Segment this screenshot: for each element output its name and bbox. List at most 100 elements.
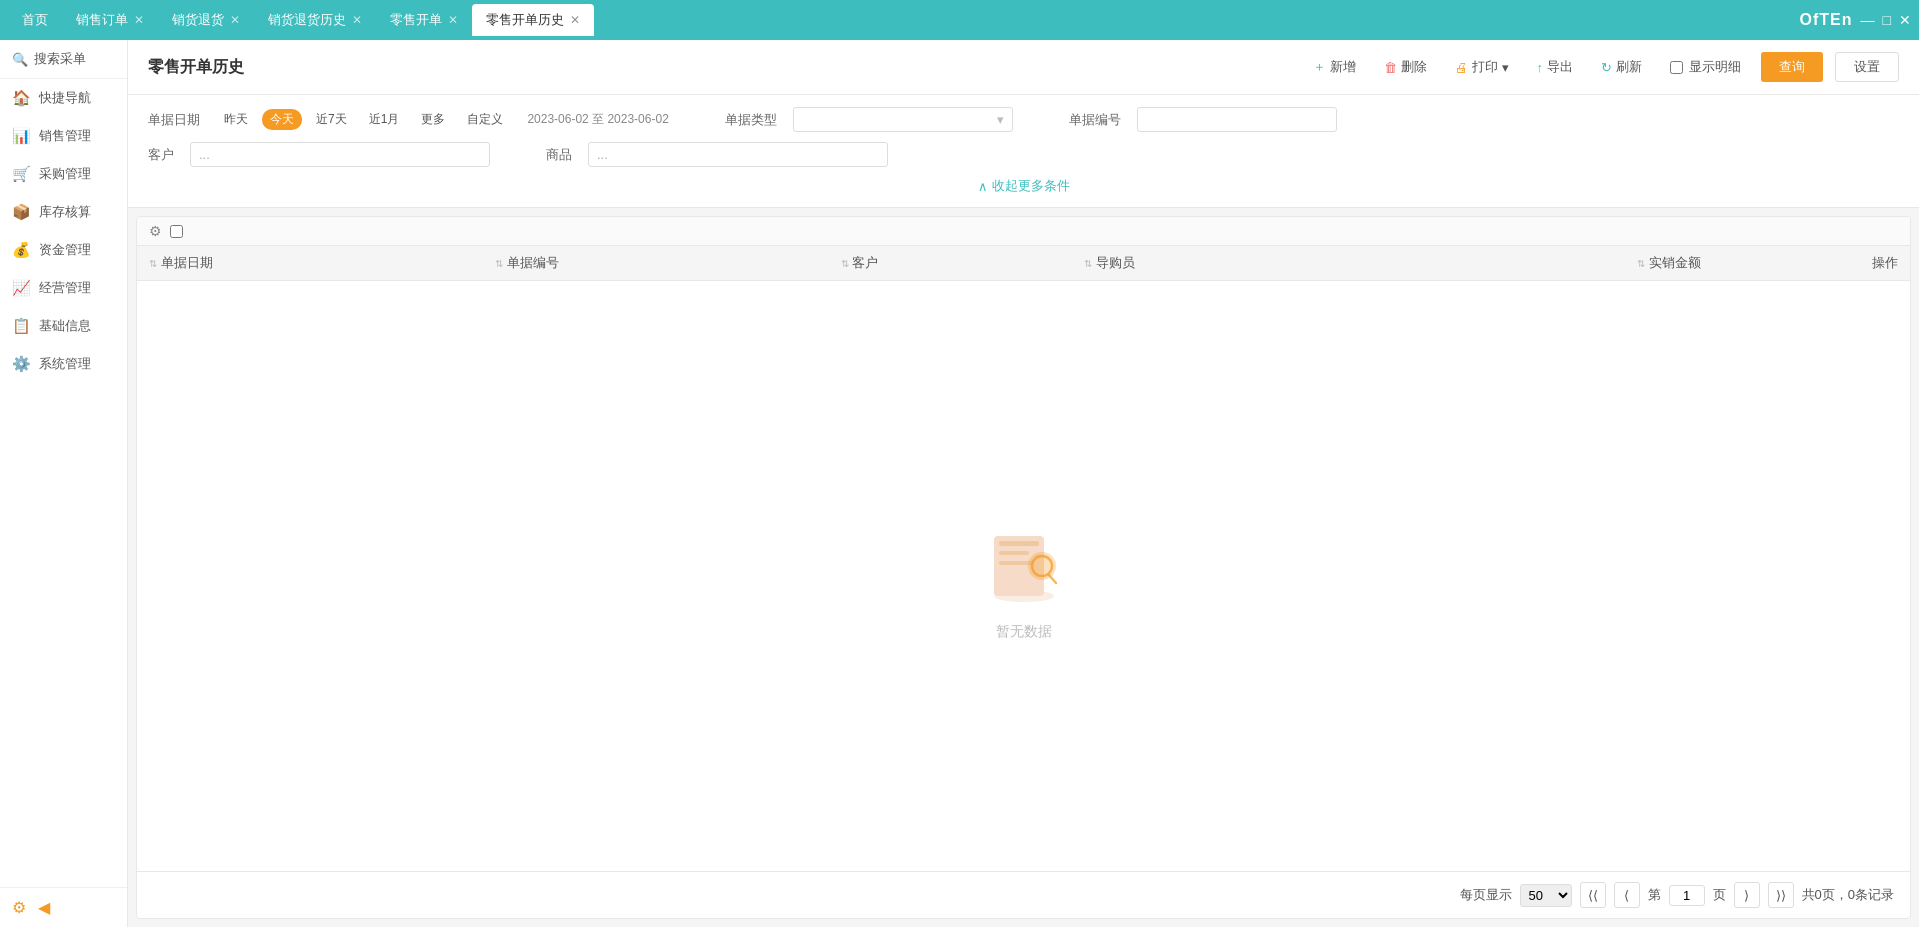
pagination: 每页显示 50 20 100 200 ⟨⟨ ⟨ 第 1 页 ⟩ ⟩⟩ 共0页，0…: [137, 871, 1910, 918]
sidebar-item-purchase-mgmt[interactable]: 🛒 采购管理: [0, 155, 127, 193]
sales-icon: 📊: [12, 127, 31, 145]
tab-home[interactable]: 首页: [8, 4, 62, 36]
tab-retail-open[interactable]: 零售开单 ✕: [376, 4, 472, 36]
setting-button[interactable]: 设置: [1835, 52, 1899, 82]
doc-no-input[interactable]: [1137, 107, 1337, 132]
tab-sales-order-label: 销售订单: [76, 11, 128, 29]
col-amount: ⇅ 实销金额: [1367, 246, 1713, 281]
table-header: ⇅ 单据日期 ⇅ 单据编号 ⇅ 客户 ⇅ 导购员: [137, 246, 1910, 281]
sidebar-item-finance[interactable]: 💰 资金管理: [0, 231, 127, 269]
date-filter-buttons: 昨天 今天 近7天 近1月 更多 自定义: [216, 109, 511, 130]
col-guide: ⇅ 导购员: [1072, 246, 1367, 281]
sidebar-item-sys-mgmt[interactable]: ⚙️ 系统管理: [0, 345, 127, 383]
page-next-btn[interactable]: ⟩: [1734, 882, 1760, 908]
tab-home-label: 首页: [22, 11, 48, 29]
sidebar-search-label: 搜索采单: [34, 50, 86, 68]
sidebar-item-inventory-label: 库存核算: [39, 203, 91, 221]
per-page-label: 每页显示: [1460, 886, 1512, 904]
collapse-label: 收起更多条件: [992, 177, 1070, 195]
refresh-button[interactable]: ↻ 刷新: [1593, 54, 1650, 80]
tab-sales-order[interactable]: 销售订单 ✕: [62, 4, 158, 36]
per-page-select[interactable]: 50 20 100 200: [1520, 884, 1572, 907]
customer-select[interactable]: ...: [190, 142, 490, 167]
total-text: 共0页，0条记录: [1802, 886, 1894, 904]
tab-bar: 首页 销售订单 ✕ 销货退货 ✕ 销货退货历史 ✕ 零售开单 ✕ 零售开单历史 …: [0, 0, 1919, 40]
sidebar-item-inventory[interactable]: 📦 库存核算: [0, 193, 127, 231]
print-label: 打印: [1472, 58, 1498, 76]
sort-icon-amount[interactable]: ⇅: [1637, 258, 1645, 269]
date-btn-yesterday[interactable]: 昨天: [216, 109, 256, 130]
doc-type-dropdown-icon: ▾: [997, 112, 1004, 127]
tab-retail-open-close[interactable]: ✕: [448, 13, 458, 27]
sidebar-item-quick-nav[interactable]: 🏠 快捷导航: [0, 79, 127, 117]
date-btn-more[interactable]: 更多: [413, 109, 453, 130]
sidebar-item-sys-mgmt-label: 系统管理: [39, 355, 91, 373]
delete-button[interactable]: 🗑 删除: [1376, 54, 1435, 80]
svg-rect-3: [999, 551, 1029, 555]
sort-icon-guide[interactable]: ⇅: [1084, 258, 1092, 269]
sort-icon[interactable]: ⇅: [149, 258, 157, 269]
doc-type-select[interactable]: ▾: [793, 107, 1013, 132]
export-button[interactable]: ↑ 导出: [1529, 54, 1582, 80]
select-all-checkbox[interactable]: [170, 225, 183, 238]
collapse-arrow-icon: ∧: [978, 179, 988, 194]
window-close[interactable]: ✕: [1899, 12, 1911, 28]
product-dots: ...: [597, 147, 879, 162]
col-date: ⇅ 单据日期: [137, 246, 483, 281]
delete-icon: 🗑: [1384, 60, 1397, 75]
product-select[interactable]: ...: [588, 142, 888, 167]
tab-retail-open-history[interactable]: 零售开单历史 ✕: [472, 4, 594, 36]
sort-icon-customer[interactable]: ⇅: [841, 258, 849, 269]
filter-row-1: 单据日期 昨天 今天 近7天 近1月 更多 自定义 2023-06-02 至 2…: [148, 107, 1899, 132]
display-detail-button[interactable]: 显示明细: [1662, 54, 1749, 80]
print-button[interactable]: 🖨 打印 ▾: [1447, 54, 1517, 80]
main-layout: 🔍 搜索采单 🏠 快捷导航 📊 销售管理 🛒 采购管理 📦 库存核算 💰 资金管…: [0, 40, 1919, 927]
home-icon: 🏠: [12, 89, 31, 107]
doc-type-label: 单据类型: [725, 111, 777, 129]
date-btn-custom[interactable]: 自定义: [459, 109, 511, 130]
export-label: 导出: [1547, 58, 1573, 76]
sidebar-item-quick-nav-label: 快捷导航: [39, 89, 91, 107]
tab-sales-return-close[interactable]: ✕: [230, 13, 240, 27]
page-last-btn[interactable]: ⟩⟩: [1768, 882, 1794, 908]
query-button[interactable]: 查询: [1761, 52, 1823, 82]
tab-retail-open-history-close[interactable]: ✕: [570, 13, 580, 27]
sort-icon-no[interactable]: ⇅: [495, 258, 503, 269]
date-btn-last1m[interactable]: 近1月: [361, 109, 408, 130]
date-btn-today[interactable]: 今天: [262, 109, 302, 130]
collapse-button[interactable]: ∧ 收起更多条件: [148, 177, 1899, 195]
sidebar-search[interactable]: 🔍 搜索采单: [0, 40, 127, 79]
tab-sales-return-history-close[interactable]: ✕: [352, 13, 362, 27]
sys-icon: ⚙️: [12, 355, 31, 373]
add-button[interactable]: ＋ 新增: [1305, 54, 1364, 80]
tab-sales-return-history[interactable]: 销货退货历史 ✕: [254, 4, 376, 36]
print-dropdown-icon: ▾: [1502, 60, 1509, 75]
window-minimize[interactable]: —: [1861, 12, 1875, 28]
purchase-icon: 🛒: [12, 165, 31, 183]
col-action: 操作: [1713, 246, 1910, 281]
date-btn-last7[interactable]: 近7天: [308, 109, 355, 130]
settings-gear-icon[interactable]: ⚙: [12, 898, 26, 917]
toolbar: ＋ 新增 🗑 删除 🖨 打印 ▾ ↑ 导出 ↻ 刷新: [1305, 52, 1900, 94]
date-label: 单据日期: [148, 111, 200, 129]
sidebar-item-finance-label: 资金管理: [39, 241, 91, 259]
page-first-btn[interactable]: ⟨⟨: [1580, 882, 1606, 908]
tab-sales-order-close[interactable]: ✕: [134, 13, 144, 27]
sidebar-collapse-icon[interactable]: ◀: [38, 898, 50, 917]
table-settings-icon[interactable]: ⚙: [149, 223, 162, 239]
tab-sales-return[interactable]: 销货退货 ✕: [158, 4, 254, 36]
sidebar-item-sales-mgmt[interactable]: 📊 销售管理: [0, 117, 127, 155]
page-prev-btn[interactable]: ⟨: [1614, 882, 1640, 908]
sidebar-item-ops-mgmt[interactable]: 📈 经营管理: [0, 269, 127, 307]
sidebar-item-purchase-mgmt-label: 采购管理: [39, 165, 91, 183]
display-detail-label: 显示明细: [1689, 58, 1741, 76]
page-header: 零售开单历史 ＋ 新增 🗑 删除 🖨 打印 ▾ ↑ 导出: [128, 40, 1919, 95]
finance-icon: 💰: [12, 241, 31, 259]
display-detail-checkbox[interactable]: [1670, 61, 1683, 74]
sidebar-item-basic-info[interactable]: 📋 基础信息: [0, 307, 127, 345]
search-icon: 🔍: [12, 52, 28, 67]
add-label: 新增: [1330, 58, 1356, 76]
page-number-input[interactable]: 1: [1669, 885, 1705, 906]
refresh-label: 刷新: [1616, 58, 1642, 76]
window-maximize[interactable]: □: [1883, 12, 1891, 28]
